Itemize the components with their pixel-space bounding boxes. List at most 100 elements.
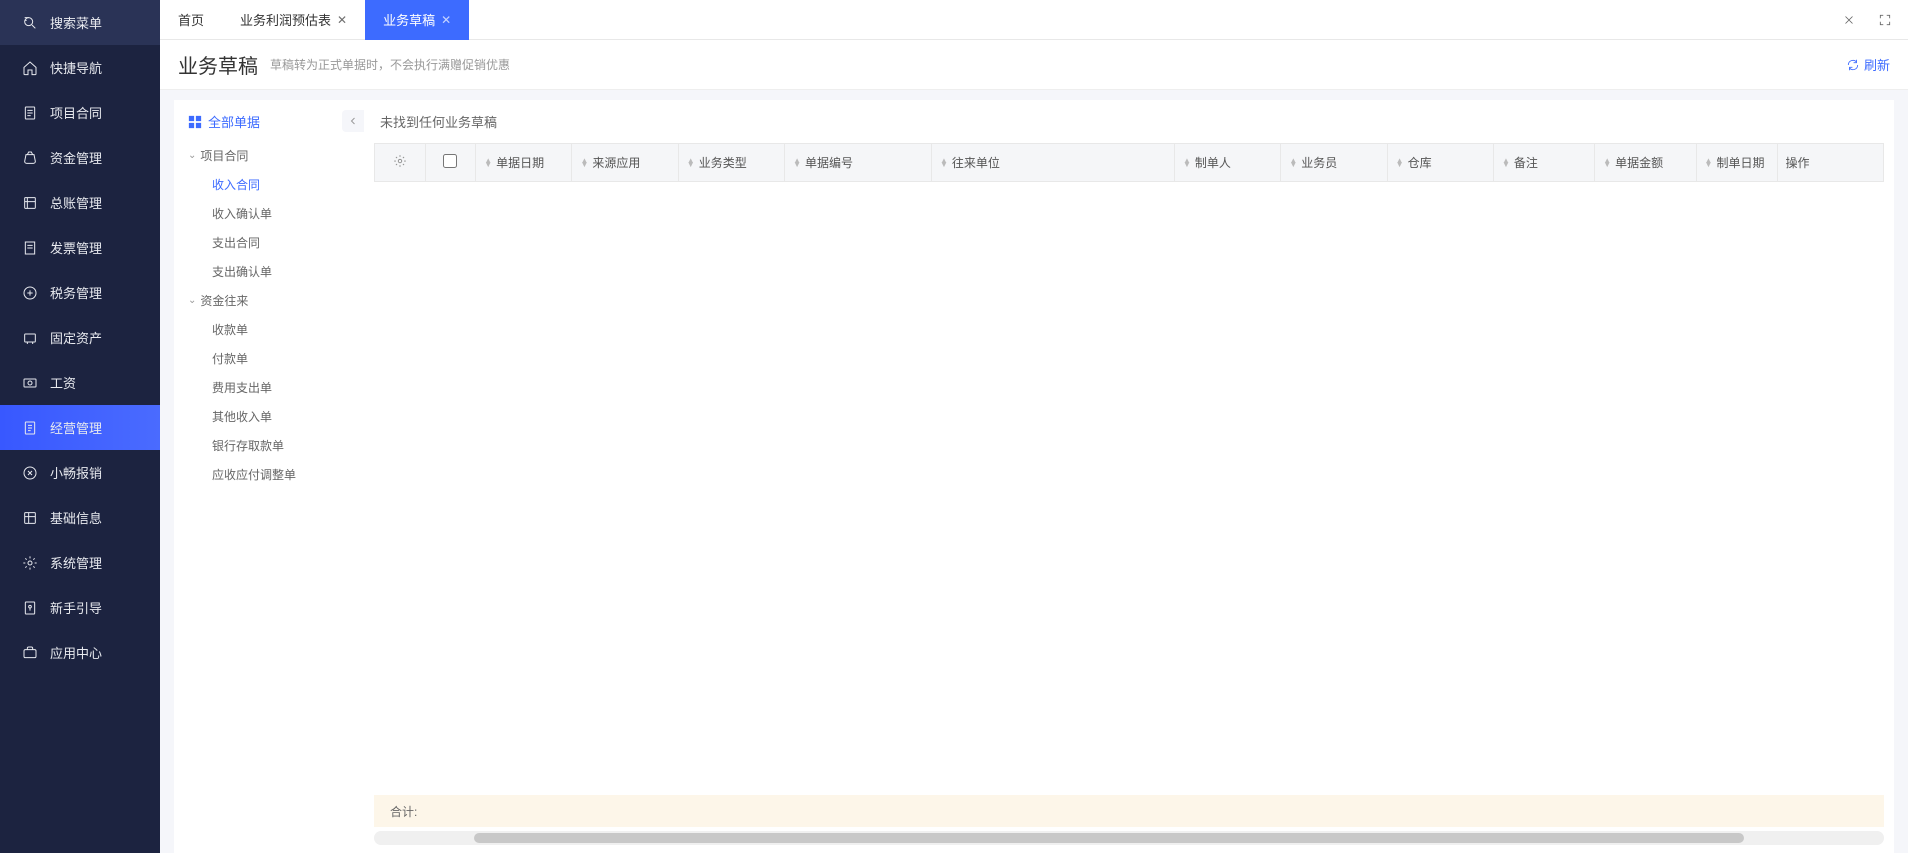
filter-item-0-3[interactable]: 支出确认单 [174, 257, 364, 286]
sidebar-item-label: 发票管理 [50, 238, 102, 257]
business-icon [22, 420, 38, 436]
fullscreen-icon[interactable] [1872, 7, 1898, 33]
column-header-1 [425, 144, 476, 182]
sort-icon: ▲▼ [1603, 159, 1611, 167]
sidebar-item-5[interactable]: 发票管理 [0, 225, 160, 270]
sidebar-item-2[interactable]: 项目合同 [0, 90, 160, 135]
system-icon [22, 555, 38, 571]
basic-icon [22, 510, 38, 526]
filter-item-0-0[interactable]: 收入合同 [174, 170, 364, 199]
column-label: 制单日期 [1716, 154, 1764, 171]
tab-1[interactable]: 业务利润预估表 ✕ [222, 0, 365, 40]
sidebar-item-1[interactable]: 快捷导航 [0, 45, 160, 90]
column-header-13: 操作 [1777, 144, 1883, 182]
chevron-down-icon: ⌄ [188, 295, 196, 306]
column-header-4[interactable]: ▲▼业务类型 [678, 144, 784, 182]
contract-icon [22, 105, 38, 121]
sidebar-item-label: 项目合同 [50, 103, 102, 122]
tab-label: 业务草稿 [383, 10, 435, 29]
sidebar-item-label: 基础信息 [50, 508, 102, 527]
invoice-icon [22, 240, 38, 256]
filter-item-0-1[interactable]: 收入确认单 [174, 199, 364, 228]
column-label: 往来单位 [952, 154, 1000, 171]
column-label: 业务类型 [699, 154, 747, 171]
sidebar-item-label: 小畅报销 [50, 463, 102, 482]
sidebar-item-4[interactable]: 总账管理 [0, 180, 160, 225]
guide-icon [22, 600, 38, 616]
filter-item-1-2[interactable]: 费用支出单 [174, 373, 364, 402]
sort-icon: ▲▼ [484, 159, 492, 167]
column-label: 来源应用 [592, 154, 640, 171]
filter-group-1[interactable]: ⌄资金往来 [174, 286, 364, 315]
filter-item-1-1[interactable]: 付款单 [174, 344, 364, 373]
sidebar-item-7[interactable]: 固定资产 [0, 315, 160, 360]
refresh-button[interactable]: 刷新 [1846, 55, 1890, 74]
column-header-9[interactable]: ▲▼仓库 [1387, 144, 1493, 182]
sidebar-item-label: 应用中心 [50, 643, 102, 662]
tab-0[interactable]: 首页 [160, 0, 222, 40]
column-header-11[interactable]: ▲▼ 单据金额 [1595, 144, 1696, 182]
scrollbar-thumb[interactable] [474, 833, 1744, 843]
tab-close-icon[interactable]: ✕ [337, 13, 347, 27]
refresh-icon [1846, 58, 1860, 72]
tabs-bar: 首页业务利润预估表 ✕ 业务草稿 ✕ [160, 0, 1908, 40]
close-icon[interactable] [1836, 7, 1862, 33]
sort-icon: ▲▼ [793, 159, 801, 167]
filter-item-1-5[interactable]: 应收应付调整单 [174, 460, 364, 489]
collapse-filter-icon[interactable] [342, 110, 364, 132]
sort-icon: ▲▼ [1289, 159, 1297, 167]
sidebar-item-0[interactable]: 搜索菜单 [0, 0, 160, 45]
column-label: 单据金额 [1615, 154, 1663, 171]
column-header-2[interactable]: ▲▼单据日期 [476, 144, 572, 182]
sidebar-item-label: 总账管理 [50, 193, 102, 212]
column-header-7[interactable]: ▲▼制单人 [1175, 144, 1281, 182]
column-label: 业务员 [1301, 154, 1337, 171]
reimburse-icon [22, 465, 38, 481]
table-footer: 合计: [374, 795, 1884, 827]
empty-message: 未找到任何业务草稿 [364, 100, 1894, 143]
sidebar-item-label: 系统管理 [50, 553, 102, 572]
column-header-5[interactable]: ▲▼单据编号 [785, 144, 932, 182]
tab-label: 业务利润预估表 [240, 10, 331, 29]
tab-2[interactable]: 业务草稿 ✕ [365, 0, 469, 40]
table-area: 未找到任何业务草稿 ▲▼单据日期▲▼来源应用▲▼业务类型▲▼单据编号▲▼往来单位… [364, 100, 1894, 853]
column-label: 备注 [1514, 154, 1538, 171]
sidebar: 搜索菜单快捷导航项目合同资金管理总账管理发票管理税务管理固定资产工资经营管理小畅… [0, 0, 160, 853]
sort-icon: ▲▼ [1502, 159, 1510, 167]
sidebar-item-label: 快捷导航 [50, 58, 102, 77]
sidebar-item-6[interactable]: 税务管理 [0, 270, 160, 315]
sidebar-item-13[interactable]: 新手引导 [0, 585, 160, 630]
money-bag-icon [22, 150, 38, 166]
sort-icon: ▲▼ [1396, 159, 1404, 167]
filter-group-0[interactable]: ⌄项目合同 [174, 141, 364, 170]
column-header-12[interactable]: ▲▼制单日期 [1696, 144, 1777, 182]
gear-icon[interactable] [393, 157, 407, 171]
filter-all-docs[interactable]: 全部单据 [174, 112, 364, 141]
tab-close-icon[interactable]: ✕ [441, 13, 451, 27]
sidebar-item-8[interactable]: 工资 [0, 360, 160, 405]
sidebar-item-label: 固定资产 [50, 328, 102, 347]
page-subtitle: 草稿转为正式单据时，不会执行满赠促销优惠 [270, 56, 510, 73]
sidebar-item-9[interactable]: 经营管理 [0, 405, 160, 450]
sidebar-item-11[interactable]: 基础信息 [0, 495, 160, 540]
page-header: 业务草稿 草稿转为正式单据时，不会执行满赠促销优惠 刷新 [160, 40, 1908, 90]
column-header-8[interactable]: ▲▼ 业务员 [1281, 144, 1387, 182]
filter-item-1-0[interactable]: 收款单 [174, 315, 364, 344]
column-header-3[interactable]: ▲▼来源应用 [572, 144, 678, 182]
filter-item-0-2[interactable]: 支出合同 [174, 228, 364, 257]
horizontal-scrollbar[interactable] [374, 831, 1884, 845]
select-all-checkbox[interactable] [443, 154, 457, 168]
column-header-6[interactable]: ▲▼往来单位 [931, 144, 1174, 182]
page-title: 业务草稿 [178, 50, 258, 79]
column-header-10[interactable]: ▲▼ 备注 [1493, 144, 1594, 182]
sidebar-item-12[interactable]: 系统管理 [0, 540, 160, 585]
sidebar-item-label: 资金管理 [50, 148, 102, 167]
filter-item-1-4[interactable]: 银行存取款单 [174, 431, 364, 460]
grid-icon [188, 115, 202, 129]
sidebar-item-10[interactable]: 小畅报销 [0, 450, 160, 495]
sidebar-item-14[interactable]: 应用中心 [0, 630, 160, 675]
main: 首页业务利润预估表 ✕ 业务草稿 ✕ 业务草稿 草稿转为正式单据时，不会执行满赠促销优… [160, 0, 1908, 853]
sort-icon: ▲▼ [1705, 159, 1713, 167]
sidebar-item-3[interactable]: 资金管理 [0, 135, 160, 180]
filter-item-1-3[interactable]: 其他收入单 [174, 402, 364, 431]
